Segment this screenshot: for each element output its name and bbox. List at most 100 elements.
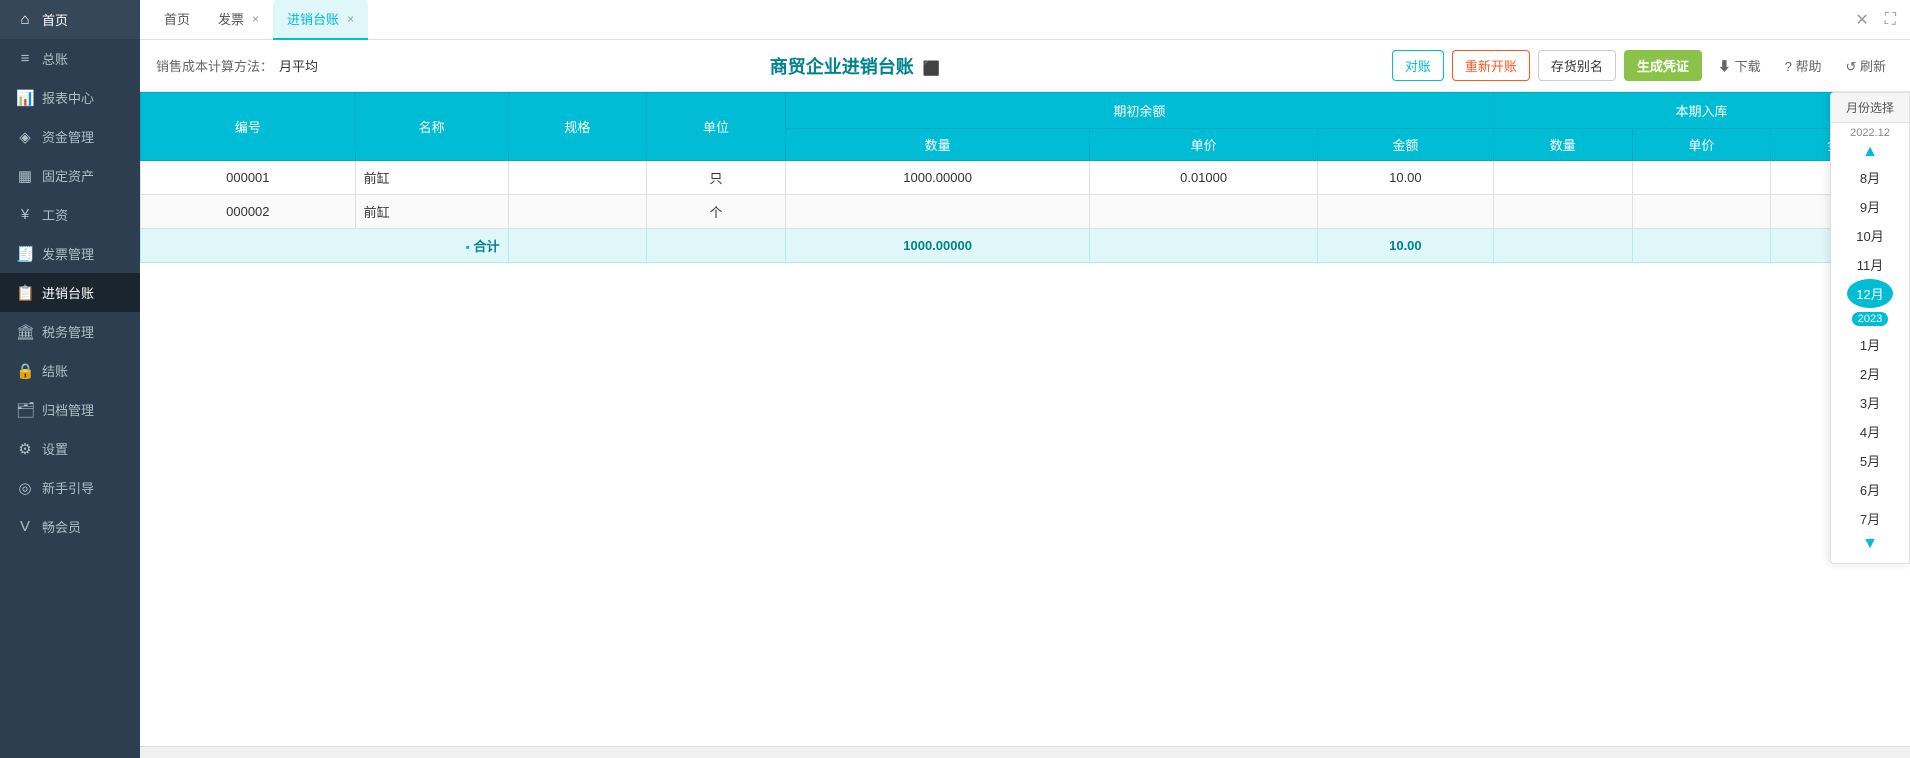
sidebar: ⌂ 首页 ≡ 总账 📊 报表中心 ◈ 资金管理 ▦ 固定资产 ¥ 工资 🧾 发票… — [0, 0, 140, 758]
cell-opening-price — [1090, 195, 1317, 229]
scrollbar[interactable] — [140, 746, 1910, 758]
total-spec — [508, 229, 647, 263]
cell-id: 000002 — [141, 195, 356, 229]
month-2023-1[interactable]: 1月 — [1831, 330, 1909, 359]
sidebar-item-ledger[interactable]: ≡ 总账 — [0, 39, 140, 78]
funds-icon: ◈ — [16, 128, 34, 146]
guide-icon: ◎ — [16, 479, 34, 497]
sidebar-item-closeout[interactable]: 🔒 结账 — [0, 351, 140, 390]
month-2023-7[interactable]: 7月 — [1831, 504, 1909, 533]
col-id: 编号 — [141, 93, 356, 161]
page-title: 商贸企业进销台账 ⬛ — [318, 53, 1392, 79]
col-unit: 单位 — [647, 93, 786, 161]
sidebar-item-tax[interactable]: 🏛 税务管理 — [0, 312, 140, 351]
table-wrapper[interactable]: 编号 名称 规格 单位 期初余额 本期入库 数量 单价 金额 数量 — [140, 92, 1910, 746]
cell-opening-price: 0.01000 — [1090, 161, 1317, 195]
table-row: 000001 前缸 只 1000.00000 0.01000 10.00 — [141, 161, 1910, 195]
help-icon: ? — [1785, 59, 1792, 74]
total-incoming-price — [1632, 229, 1771, 263]
total-label: ▪ 合计 — [141, 229, 509, 263]
cell-unit: 只 — [647, 161, 786, 195]
cost-method-value: 月平均 — [279, 56, 318, 75]
month-2023-5[interactable]: 5月 — [1831, 446, 1909, 475]
close-window-button[interactable]: ✕ — [1851, 8, 1872, 32]
inventory-table: 编号 名称 规格 单位 期初余额 本期入库 数量 单价 金额 数量 — [140, 92, 1910, 263]
sidebar-item-home[interactable]: ⌂ 首页 — [0, 0, 140, 39]
month-8[interactable]: 8月 — [1831, 163, 1909, 192]
sidebar-item-settings[interactable]: ⚙ 设置 — [0, 429, 140, 468]
tab-invoice[interactable]: 发票 × — [204, 0, 273, 40]
total-incoming-qty — [1493, 229, 1632, 263]
col-spec: 规格 — [508, 93, 647, 161]
sidebar-item-funds[interactable]: ◈ 资金管理 — [0, 117, 140, 156]
sidebar-item-guide[interactable]: ◎ 新手引导 — [0, 468, 140, 507]
download-button[interactable]: ⬇ 下载 — [1710, 51, 1769, 80]
maximize-window-button[interactable]: ⛶ — [1881, 9, 1900, 31]
col-opening-qty: 数量 — [785, 129, 1090, 161]
home-icon: ⌂ — [16, 11, 34, 28]
month-scroll-down[interactable]: ▼ — [1831, 533, 1909, 555]
total-row: ▪ 合计 1000.00000 10.00 — [141, 229, 1910, 263]
total-opening-amount: 10.00 — [1317, 229, 1493, 263]
reopen-button[interactable]: 重新开账 — [1452, 50, 1530, 81]
reconcile-button[interactable]: 对账 — [1392, 50, 1444, 81]
col-opening-amount: 金额 — [1317, 129, 1493, 161]
month-10[interactable]: 10月 — [1831, 221, 1909, 250]
ledger-icon: ≡ — [16, 50, 34, 67]
window-controls: ✕ ⛶ — [1851, 8, 1900, 32]
refresh-button[interactable]: ↺ 刷新 — [1837, 51, 1894, 80]
month-2023-6[interactable]: 6月 — [1831, 475, 1909, 504]
month-2023-3[interactable]: 3月 — [1831, 388, 1909, 417]
month-panel: 月份选择 2022.12 ▲ 8月 9月 10月 11月 12月 2023 1月… — [1830, 92, 1910, 564]
sidebar-item-salary[interactable]: ¥ 工资 — [0, 195, 140, 234]
sidebar-item-invoice-mgmt[interactable]: 🧾 发票管理 — [0, 234, 140, 273]
cell-incoming-qty — [1493, 195, 1632, 229]
cell-opening-amount: 10.00 — [1317, 161, 1493, 195]
cost-method-label: 销售成本计算方法： — [156, 56, 273, 75]
month-2023-2[interactable]: 2月 — [1831, 359, 1909, 388]
tab-invoice-close[interactable]: × — [252, 12, 259, 26]
cell-name: 前缸 — [355, 161, 508, 195]
table-row: 000002 前缸 个 — [141, 195, 1910, 229]
sidebar-item-reports[interactable]: 📊 报表中心 — [0, 78, 140, 117]
cell-unit: 个 — [647, 195, 786, 229]
cell-opening-amount — [1317, 195, 1493, 229]
col-incoming-price: 单价 — [1632, 129, 1771, 161]
col-name: 名称 — [355, 93, 508, 161]
page-title-icon[interactable]: ⬛ — [923, 60, 940, 76]
tab-inventory-close[interactable]: × — [347, 12, 354, 26]
toolbar: 销售成本计算方法： 月平均 商贸企业进销台账 ⬛ 对账 重新开账 存货别名 生成… — [140, 40, 1910, 92]
tab-home[interactable]: 首页 — [150, 0, 204, 40]
salary-icon: ¥ — [16, 206, 34, 223]
cell-spec — [508, 161, 647, 195]
month-2023-4[interactable]: 4月 — [1831, 417, 1909, 446]
cell-incoming-price — [1632, 161, 1771, 195]
toolbar-actions: 对账 重新开账 存货别名 生成凭证 ⬇ 下载 ? 帮助 ↺ 刷新 — [1392, 50, 1894, 81]
download-icon: ⬇ — [1718, 59, 1731, 74]
month-9[interactable]: 9月 — [1831, 192, 1909, 221]
col-group-opening: 期初余额 — [785, 93, 1493, 129]
tab-inventory[interactable]: 进销台账 × — [273, 0, 368, 40]
sidebar-item-archive[interactable]: 🗂 归档管理 — [0, 390, 140, 429]
cell-incoming-price — [1632, 195, 1771, 229]
sidebar-item-inventory[interactable]: 📋 进销台账 — [0, 273, 140, 312]
generate-voucher-button[interactable]: 生成凭证 — [1624, 50, 1702, 81]
main-area: 首页 发票 × 进销台账 × ✕ ⛶ 销售成本计算方法： 月平均 商贸企业进销台… — [140, 0, 1910, 758]
month-panel-title: 月份选择 — [1831, 93, 1909, 123]
cell-opening-qty — [785, 195, 1090, 229]
help-button[interactable]: ? 帮助 — [1777, 51, 1830, 80]
month-12[interactable]: 12月 — [1847, 279, 1893, 308]
col-incoming-qty: 数量 — [1493, 129, 1632, 161]
year-2022-label: 2022.12 — [1831, 123, 1909, 141]
month-scroll-up[interactable]: ▲ — [1831, 141, 1909, 163]
sidebar-item-assets[interactable]: ▦ 固定资产 — [0, 156, 140, 195]
inventory-icon: 📋 — [16, 284, 34, 302]
sidebar-item-vip[interactable]: V 畅会员 — [0, 507, 140, 546]
save-alias-button[interactable]: 存货别名 — [1538, 50, 1616, 81]
archive-icon: 🗂 — [16, 401, 34, 419]
reports-icon: 📊 — [16, 89, 34, 107]
settings-icon: ⚙ — [16, 440, 34, 458]
year-2023-badge: 2023 — [1852, 312, 1888, 326]
tab-bar: 首页 发票 × 进销台账 × ✕ ⛶ — [140, 0, 1910, 40]
month-11[interactable]: 11月 — [1831, 250, 1909, 279]
